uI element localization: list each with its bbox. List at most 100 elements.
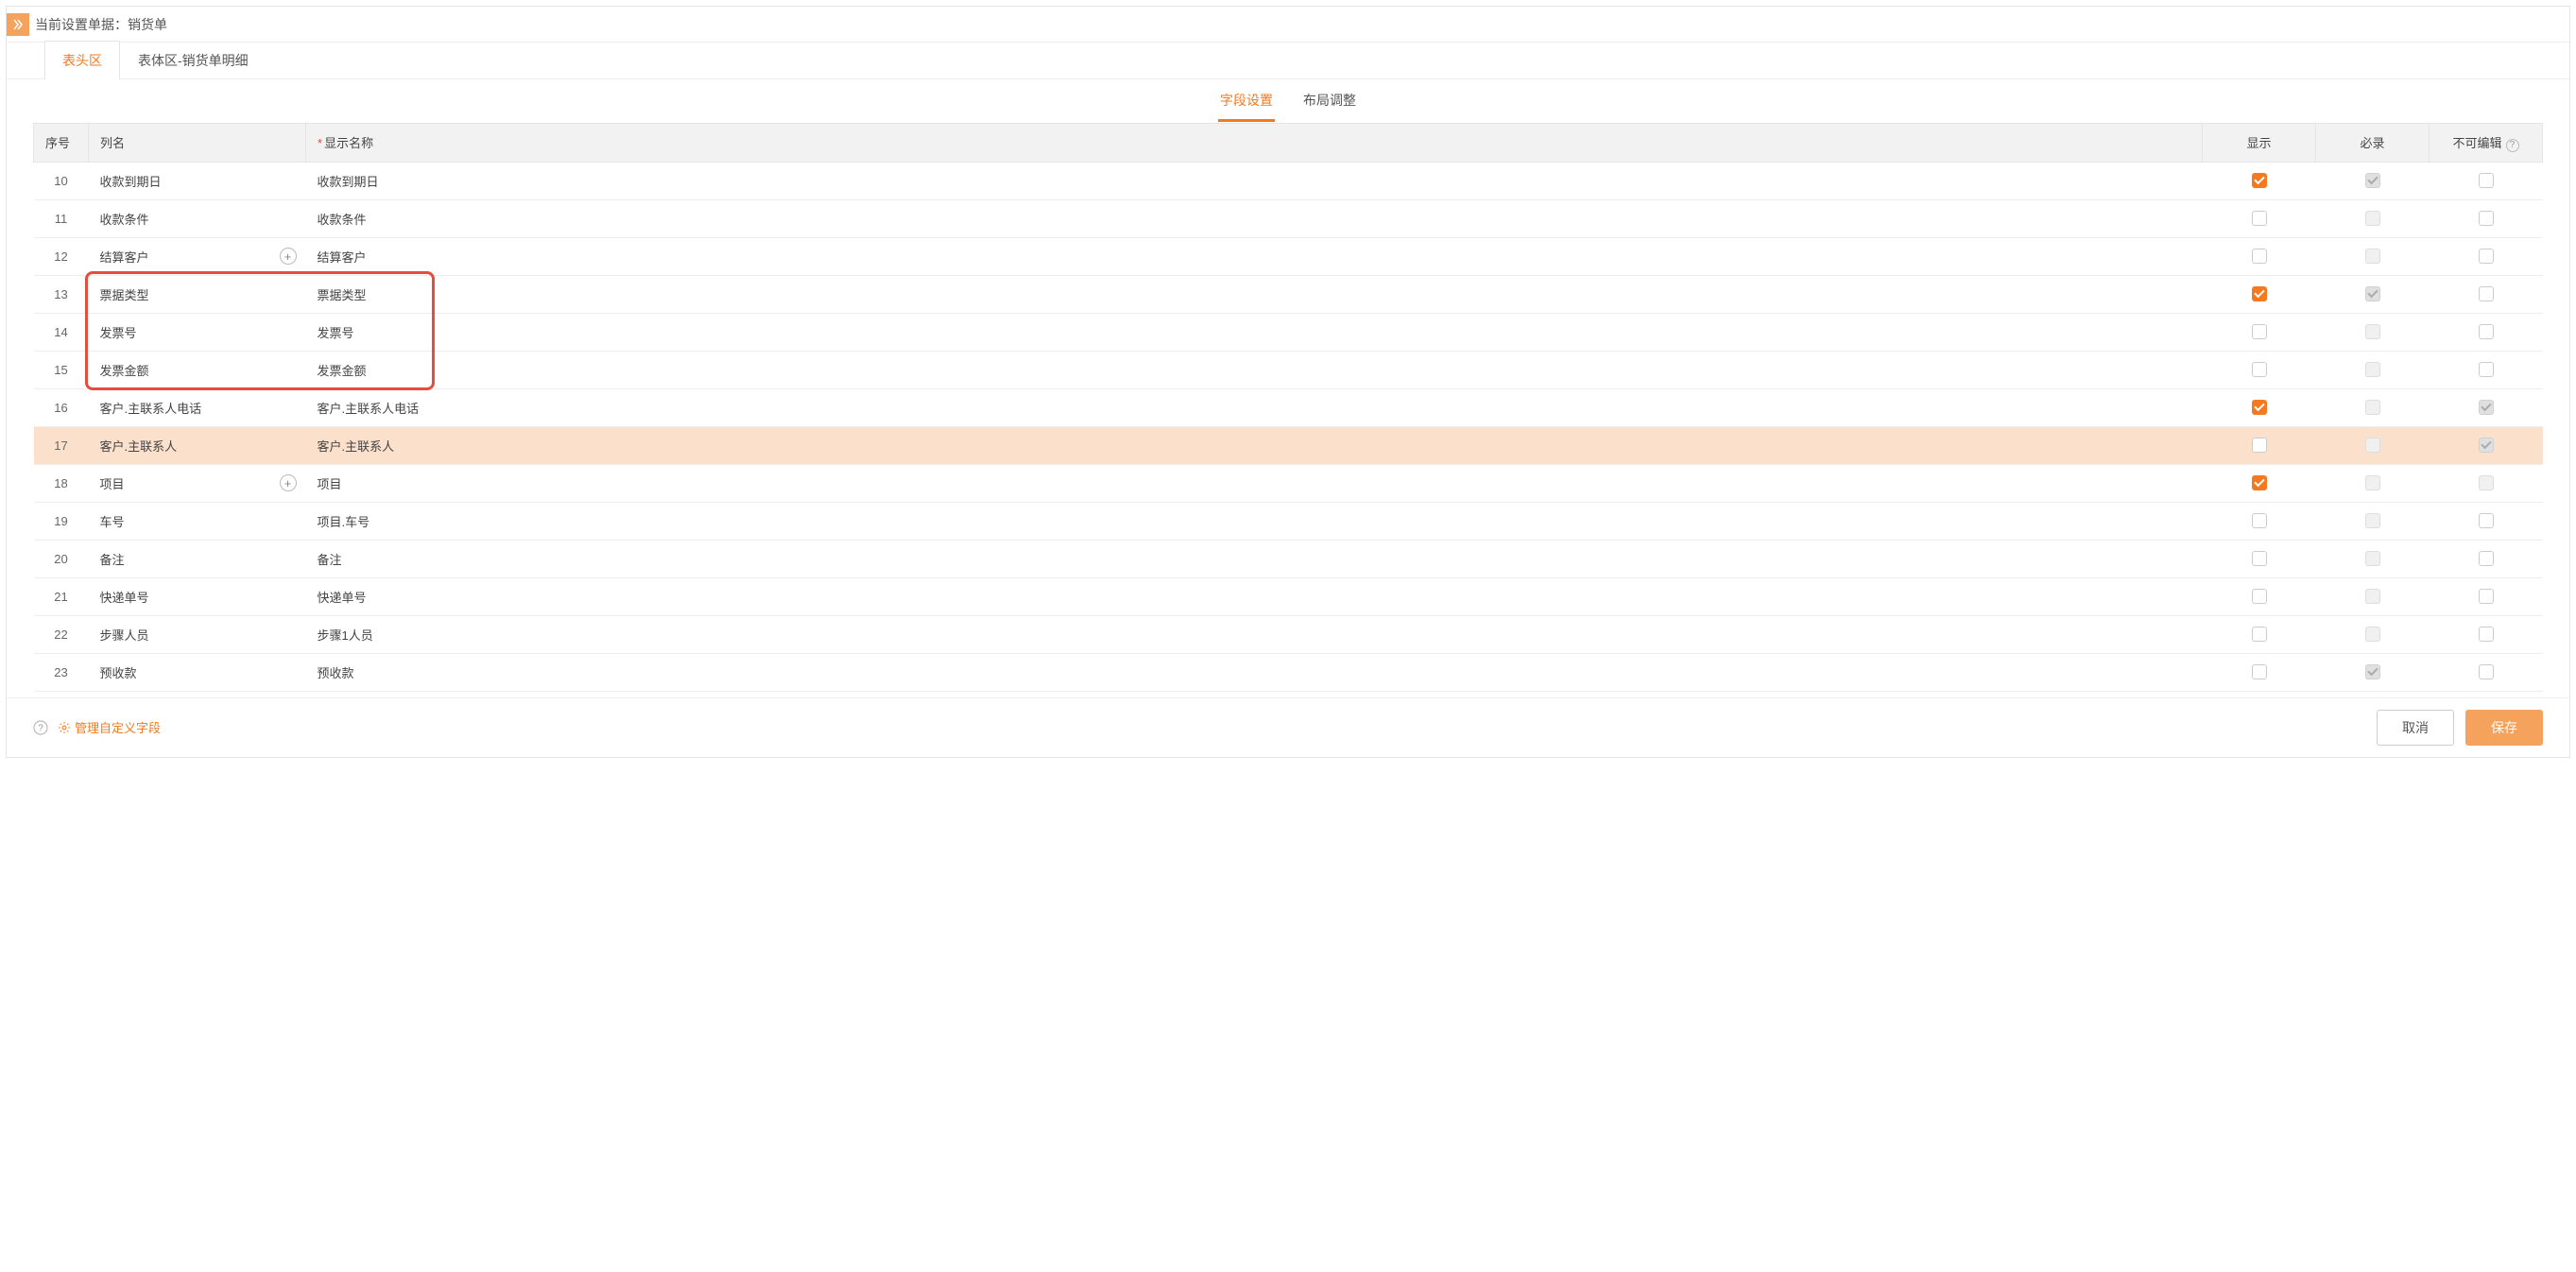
checkbox-noedit[interactable] <box>2479 589 2494 604</box>
tab-1[interactable]: 表体区-销货单明细 <box>120 41 266 79</box>
save-button[interactable]: 保存 <box>2465 710 2543 746</box>
checkbox-required <box>2365 211 2380 226</box>
cell-show <box>2203 388 2316 426</box>
manage-custom-fields-label: 管理自定义字段 <box>75 718 161 736</box>
cell-display-name[interactable]: 步骤1人员 <box>306 615 2203 653</box>
cell-display-name[interactable]: 票据类型 <box>306 275 2203 313</box>
col-display-header-label: 显示名称 <box>324 136 373 150</box>
table-row: 14发票号发票号 <box>34 313 2543 351</box>
checkbox-required <box>2365 362 2380 377</box>
cell-colname: 收款条件 <box>89 199 306 237</box>
cell-required <box>2316 540 2430 577</box>
cell-display-name[interactable]: 收款条件 <box>306 199 2203 237</box>
cell-show <box>2203 653 2316 691</box>
checkbox-show[interactable] <box>2252 664 2267 679</box>
checkbox-noedit <box>2479 475 2494 490</box>
cell-display-name[interactable]: 客户.主联系人电话 <box>306 388 2203 426</box>
cell-display-name[interactable]: 发票金额 <box>306 351 2203 388</box>
add-icon[interactable]: + <box>280 474 297 491</box>
cell-seq: 11 <box>34 199 89 237</box>
cell-required <box>2316 653 2430 691</box>
cell-show <box>2203 615 2316 653</box>
cell-display-name[interactable]: 备注 <box>306 540 2203 577</box>
cell-seq: 18 <box>34 464 89 502</box>
cell-show <box>2203 313 2316 351</box>
doc-title: 当前设置单据：销货单 <box>35 15 167 34</box>
add-icon[interactable]: + <box>280 248 297 265</box>
cancel-button[interactable]: 取消 <box>2377 710 2454 746</box>
cell-seq: 20 <box>34 540 89 577</box>
checkbox-noedit[interactable] <box>2479 513 2494 528</box>
help-icon[interactable]: ? <box>2506 139 2519 152</box>
table-row: 18项目+项目 <box>34 464 2543 502</box>
cell-colname: 客户.主联系人 <box>89 426 306 464</box>
checkbox-show[interactable] <box>2252 286 2267 301</box>
manage-custom-fields-link[interactable]: 管理自定义字段 <box>58 718 161 736</box>
tab-0[interactable]: 表头区 <box>44 41 120 79</box>
table-row: 22步骤人员步骤1人员 <box>34 615 2543 653</box>
cell-display-name[interactable]: 项目.车号 <box>306 502 2203 540</box>
checkbox-show[interactable] <box>2252 362 2267 377</box>
cell-display-name[interactable]: 预收款 <box>306 653 2203 691</box>
cell-display-name[interactable]: 客户.主联系人 <box>306 426 2203 464</box>
checkbox-noedit[interactable] <box>2479 551 2494 566</box>
field-settings-table: 序号 列名 *显示名称 显示 必录 不可编辑? 10收款到期日收款到期日11收款… <box>33 123 2543 692</box>
checkbox-show[interactable] <box>2252 400 2267 415</box>
cell-required <box>2316 237 2430 275</box>
cell-colname: 备注 <box>89 540 306 577</box>
checkbox-noedit[interactable] <box>2479 249 2494 264</box>
cell-display-name[interactable]: 发票号 <box>306 313 2203 351</box>
cell-colname: 结算客户+ <box>89 237 306 275</box>
checkbox-show[interactable] <box>2252 551 2267 566</box>
checkbox-noedit[interactable] <box>2479 627 2494 642</box>
checkbox-show[interactable] <box>2252 211 2267 226</box>
subtab-0[interactable]: 字段设置 <box>1218 81 1275 122</box>
cell-required <box>2316 615 2430 653</box>
cell-display-name[interactable]: 快递单号 <box>306 577 2203 615</box>
checkbox-noedit[interactable] <box>2479 324 2494 339</box>
cell-colname: 项目+ <box>89 464 306 502</box>
checkbox-show[interactable] <box>2252 324 2267 339</box>
table-row: 20备注备注 <box>34 540 2543 577</box>
cell-seq: 16 <box>34 388 89 426</box>
checkbox-noedit[interactable] <box>2479 173 2494 188</box>
cell-show <box>2203 464 2316 502</box>
checkbox-show[interactable] <box>2252 513 2267 528</box>
checkbox-show[interactable] <box>2252 173 2267 188</box>
help-icon[interactable]: ? <box>33 720 48 735</box>
cell-seq: 14 <box>34 313 89 351</box>
cell-colname: 客户.主联系人电话 <box>89 388 306 426</box>
checkbox-noedit[interactable] <box>2479 211 2494 226</box>
col-noedit-header-label: 不可编辑 <box>2452 136 2501 150</box>
checkbox-noedit[interactable] <box>2479 362 2494 377</box>
cell-display-name[interactable]: 收款到期日 <box>306 162 2203 199</box>
table-row: 16客户.主联系人电话客户.主联系人电话 <box>34 388 2543 426</box>
table-row: 13票据类型票据类型 <box>34 275 2543 313</box>
cell-required <box>2316 351 2430 388</box>
cell-show <box>2203 351 2316 388</box>
checkbox-noedit[interactable] <box>2479 286 2494 301</box>
col-seq-header: 序号 <box>34 124 89 163</box>
cell-noedit <box>2430 388 2543 426</box>
cell-display-name[interactable]: 项目 <box>306 464 2203 502</box>
cell-seq: 10 <box>34 162 89 199</box>
cell-required <box>2316 199 2430 237</box>
checkbox-show[interactable] <box>2252 589 2267 604</box>
checkbox-required <box>2365 551 2380 566</box>
cell-required <box>2316 388 2430 426</box>
cell-noedit <box>2430 615 2543 653</box>
checkbox-required <box>2365 664 2380 679</box>
expand-toggle[interactable] <box>7 13 29 36</box>
cell-display-name[interactable]: 结算客户 <box>306 237 2203 275</box>
cell-show <box>2203 199 2316 237</box>
cell-required <box>2316 426 2430 464</box>
checkbox-show[interactable] <box>2252 249 2267 264</box>
subtab-1[interactable]: 布局调整 <box>1301 81 1358 122</box>
checkbox-show[interactable] <box>2252 627 2267 642</box>
checkbox-required <box>2365 589 2380 604</box>
checkbox-noedit[interactable] <box>2479 664 2494 679</box>
cell-required <box>2316 577 2430 615</box>
table-row: 12结算客户+结算客户 <box>34 237 2543 275</box>
checkbox-show[interactable] <box>2252 475 2267 490</box>
checkbox-show[interactable] <box>2252 438 2267 453</box>
